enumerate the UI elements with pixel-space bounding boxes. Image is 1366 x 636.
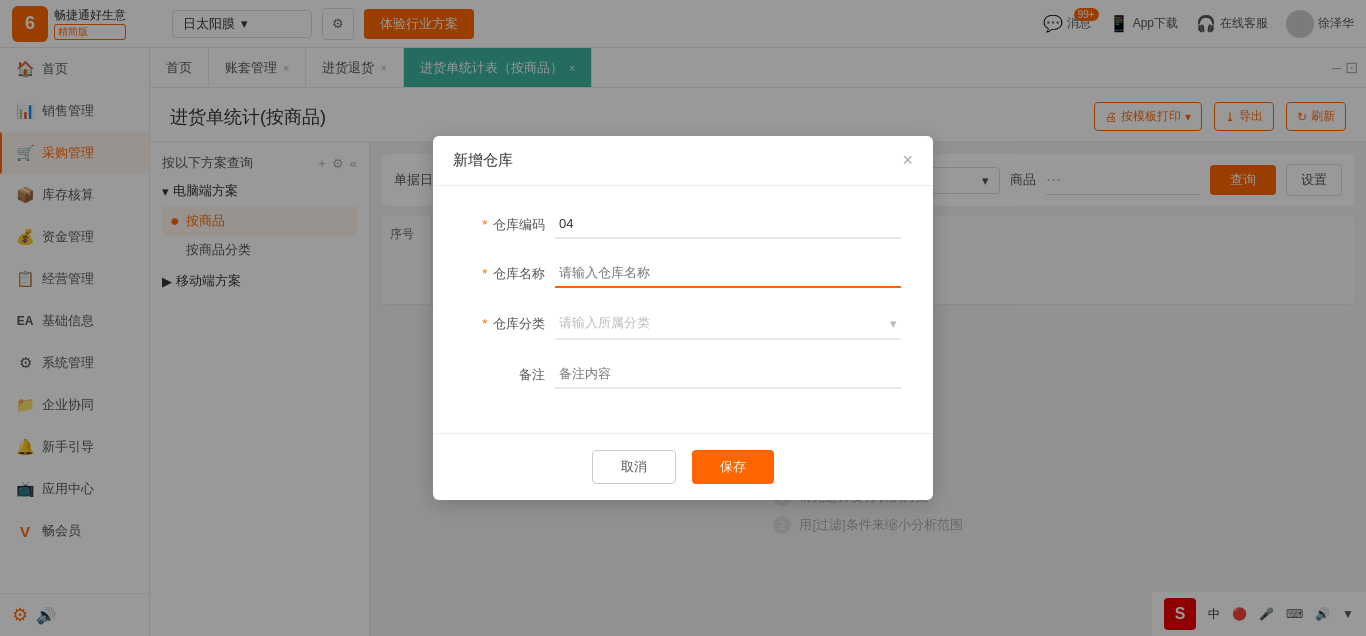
name-label: * 仓库名称 [465, 265, 545, 283]
dialog-close-button[interactable]: × [902, 150, 913, 171]
note-label: 备注 [465, 366, 545, 384]
category-selector[interactable]: 请输入所属分类 ▾ [555, 308, 901, 340]
note-input[interactable] [555, 360, 901, 389]
modal-overlay[interactable]: 新增仓库 × * 仓库编码 * 仓库名称 [0, 0, 1366, 636]
category-label: * 仓库分类 [465, 315, 545, 333]
dialog-header: 新增仓库 × [433, 136, 933, 186]
form-row-code: * 仓库编码 [465, 210, 901, 239]
form-row-category: * 仓库分类 请输入所属分类 ▾ [465, 308, 901, 340]
dialog-body: * 仓库编码 * 仓库名称 * 仓库分类 请输入所属 [433, 186, 933, 433]
dialog-title: 新增仓库 [453, 151, 513, 170]
code-label: * 仓库编码 [465, 216, 545, 234]
save-button[interactable]: 保存 [692, 450, 774, 484]
form-row-name: * 仓库名称 [465, 259, 901, 288]
form-row-note: 备注 [465, 360, 901, 389]
cancel-button[interactable]: 取消 [592, 450, 676, 484]
dialog-footer: 取消 保存 [433, 433, 933, 500]
code-input[interactable] [555, 210, 901, 239]
dialog-new-warehouse: 新增仓库 × * 仓库编码 * 仓库名称 [433, 136, 933, 500]
category-chevron-icon: ▾ [890, 316, 897, 331]
name-input[interactable] [555, 259, 901, 288]
